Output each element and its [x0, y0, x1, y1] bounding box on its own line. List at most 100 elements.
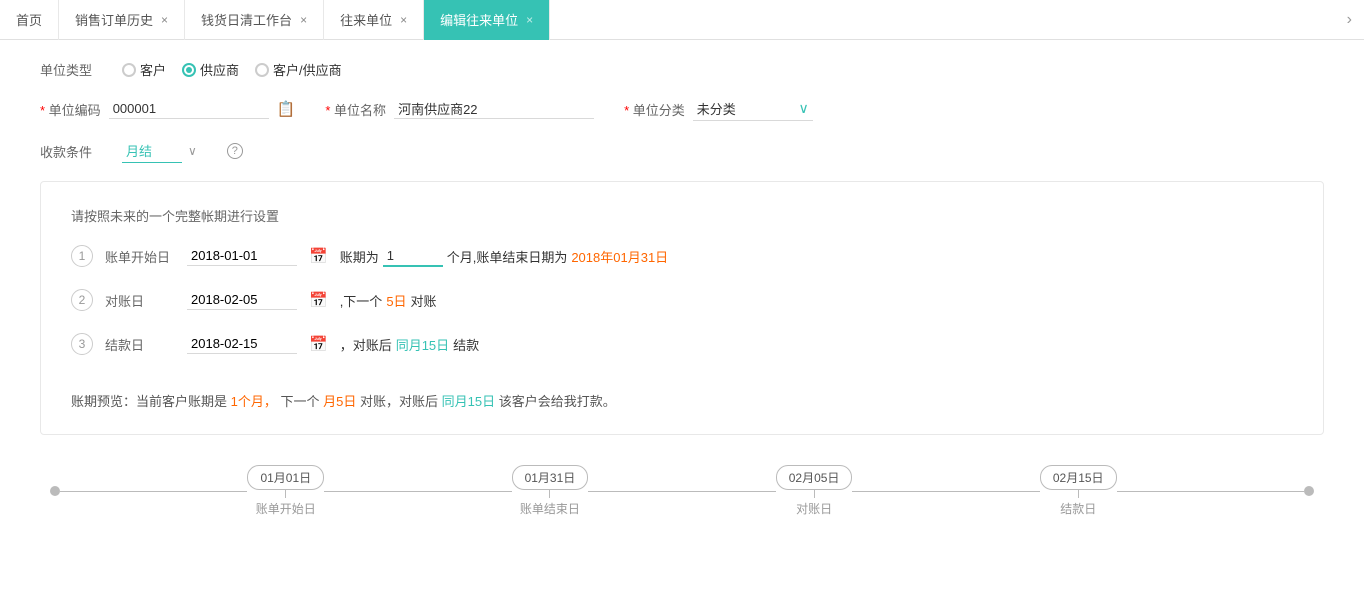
- timeline-node-3: 02月05日 对账日: [776, 465, 853, 517]
- tab-partner-units[interactable]: 往来单位 ×: [324, 0, 424, 40]
- preview-mid: 下一个: [281, 394, 320, 409]
- payment-term-value: 月结: [122, 139, 182, 163]
- timeline-label-2: 账单结束日: [520, 500, 580, 517]
- radio-supplier-label: 供应商: [200, 60, 239, 79]
- preview-period: 1个月，: [231, 394, 277, 409]
- step-3-calendar-icon[interactable]: 📅: [309, 335, 328, 353]
- step-2-desc-pre: ,下一个: [340, 291, 383, 310]
- step-2-desc-post: 对账: [411, 291, 437, 310]
- radio-supplier-circle: [182, 63, 196, 77]
- step-1-label: 账单开始日: [105, 247, 175, 266]
- payment-term-dropdown[interactable]: 月结 ∨: [122, 139, 197, 163]
- timeline-line-5: [1117, 491, 1304, 492]
- step-2-number: 2: [71, 289, 93, 311]
- payment-term-chevron-icon[interactable]: ∨: [188, 144, 197, 158]
- unit-name-label: 单位名称: [325, 100, 386, 119]
- timeline-line-2: [324, 491, 511, 492]
- billing-period-panel: 请按照未来的一个完整帐期进行设置 1 账单开始日 📅 账期为 个月,账单结束日期…: [40, 181, 1324, 435]
- close-sales-history-icon[interactable]: ×: [161, 13, 168, 27]
- tab-cash-ledger-label: 钱货日清工作台: [201, 10, 292, 29]
- step-3-label: 结款日: [105, 335, 175, 354]
- unit-code-label: 单位编码: [40, 100, 101, 119]
- period-input[interactable]: [383, 246, 443, 267]
- radio-customer-circle: [122, 63, 136, 77]
- timeline-tick-4: [1078, 490, 1079, 498]
- unit-class-label: 单位分类: [624, 100, 685, 119]
- tab-sales-history-label: 销售订单历史: [75, 10, 153, 29]
- unit-code-group: 单位编码 📋: [40, 99, 295, 119]
- preview-bar: 账期预览：当前客户账期是 1个月， 下一个 月5日 对账，对账后 同月15日 该…: [71, 377, 1293, 410]
- step-3-desc-pre: ，对账后: [340, 335, 392, 354]
- step-1-date-input[interactable]: [187, 246, 297, 266]
- timeline-line-4: [852, 491, 1039, 492]
- timeline-node-1: 01月01日 账单开始日: [247, 465, 324, 517]
- tab-home-label: 首页: [16, 10, 42, 29]
- step-2-highlight1: 5日: [386, 291, 406, 310]
- unit-type-label: 单位类型: [40, 60, 92, 79]
- step-1-desc: 账期为 个月,账单结束日期为 2018年01月31日: [340, 246, 668, 267]
- tab-partner-units-label: 往来单位: [340, 10, 392, 29]
- preview-day-highlight: 月5日: [323, 394, 356, 409]
- preview-prefix: 账期预览：当前客户账期是: [71, 394, 227, 409]
- timeline-badge-2: 01月31日: [512, 465, 589, 490]
- timeline-end-dot: [1304, 486, 1314, 496]
- unit-type-radio-group: 客户 供应商 客户/供应商: [122, 60, 342, 79]
- step-3-desc-post: 结款: [453, 335, 479, 354]
- timeline-tick-1: [285, 490, 286, 498]
- tabs-more-button[interactable]: ›: [1335, 11, 1364, 29]
- step-1-desc-pre: 账期为: [340, 247, 379, 266]
- panel-hint: 请按照未来的一个完整帐期进行设置: [71, 206, 1293, 225]
- step-1-end-date-highlight: 2018年01月31日: [571, 247, 668, 266]
- tab-home[interactable]: 首页: [0, 0, 59, 40]
- preview-reconcile: 对账，对账后: [360, 394, 438, 409]
- step-1-desc-mid: 个月,账单结束日期为: [447, 247, 568, 266]
- unit-class-dropdown[interactable]: 未分类 ∨: [693, 97, 813, 121]
- timeline-track: 01月01日 账单开始日 01月31日 账单结束日 02月05日 对账日 02月…: [40, 465, 1324, 517]
- radio-customer-supplier-circle: [255, 63, 269, 77]
- payment-term-help-icon[interactable]: ?: [227, 143, 243, 159]
- step-2-row: 2 对账日 📅 ,下一个 5日 对账: [71, 289, 1293, 311]
- close-partner-units-icon[interactable]: ×: [400, 13, 407, 27]
- tab-sales-history[interactable]: 销售订单历史 ×: [59, 0, 185, 40]
- step-2-calendar-icon[interactable]: 📅: [309, 291, 328, 309]
- step-1-number: 1: [71, 245, 93, 267]
- step-1-calendar-icon[interactable]: 📅: [309, 247, 328, 265]
- unit-name-input[interactable]: [394, 99, 594, 119]
- payment-term-label: 收款条件: [40, 142, 92, 161]
- step-3-row: 3 结款日 📅 ，对账后 同月15日 结款: [71, 333, 1293, 355]
- step-3-date-input[interactable]: [187, 334, 297, 354]
- timeline-label-4: 结款日: [1060, 500, 1096, 517]
- timeline-badge-4: 02月15日: [1040, 465, 1117, 490]
- tabs-bar: 首页 销售订单历史 × 钱货日清工作台 × 往来单位 × 编辑往来单位 × ›: [0, 0, 1364, 40]
- timeline-node-4: 02月15日 结款日: [1040, 465, 1117, 517]
- radio-customer-label: 客户: [140, 60, 166, 79]
- unit-fields-row: 单位编码 📋 单位名称 单位分类 未分类 ∨: [40, 97, 1324, 121]
- close-cash-ledger-icon[interactable]: ×: [300, 13, 307, 27]
- step-3-desc: ，对账后 同月15日 结款: [340, 335, 480, 354]
- radio-customer-supplier-label: 客户/供应商: [273, 60, 342, 79]
- step-3-highlight2: 同月15日: [396, 335, 449, 354]
- step-2-desc: ,下一个 5日 对账: [340, 291, 437, 310]
- radio-customer-supplier[interactable]: 客户/供应商: [255, 60, 342, 79]
- tab-edit-partner[interactable]: 编辑往来单位 ×: [424, 0, 550, 40]
- unit-class-value: 未分类: [697, 99, 793, 118]
- payment-term-row: 收款条件 月结 ∨ ?: [40, 139, 1324, 163]
- unit-class-arrow-icon[interactable]: ∨: [799, 100, 809, 117]
- unit-class-group: 单位分类 未分类 ∨: [624, 97, 813, 121]
- close-edit-partner-icon[interactable]: ×: [526, 13, 533, 27]
- step-2-date-input[interactable]: [187, 290, 297, 310]
- timeline-line-1: [60, 491, 247, 492]
- preview-suffix: 该客户会给我打款。: [499, 394, 616, 409]
- tab-cash-ledger[interactable]: 钱货日清工作台 ×: [185, 0, 324, 40]
- timeline-section: 01月01日 账单开始日 01月31日 账单结束日 02月05日 对账日 02月…: [40, 465, 1324, 537]
- unit-code-calendar-icon[interactable]: 📋: [277, 100, 296, 118]
- timeline-line-3: [588, 491, 775, 492]
- radio-supplier[interactable]: 供应商: [182, 60, 239, 79]
- unit-name-group: 单位名称: [325, 99, 594, 119]
- unit-code-input[interactable]: [109, 99, 269, 119]
- radio-customer[interactable]: 客户: [122, 60, 166, 79]
- timeline-tick-2: [549, 490, 550, 498]
- timeline-start-dot: [50, 486, 60, 496]
- step-2-label: 对账日: [105, 291, 175, 310]
- tab-edit-partner-label: 编辑往来单位: [440, 10, 518, 29]
